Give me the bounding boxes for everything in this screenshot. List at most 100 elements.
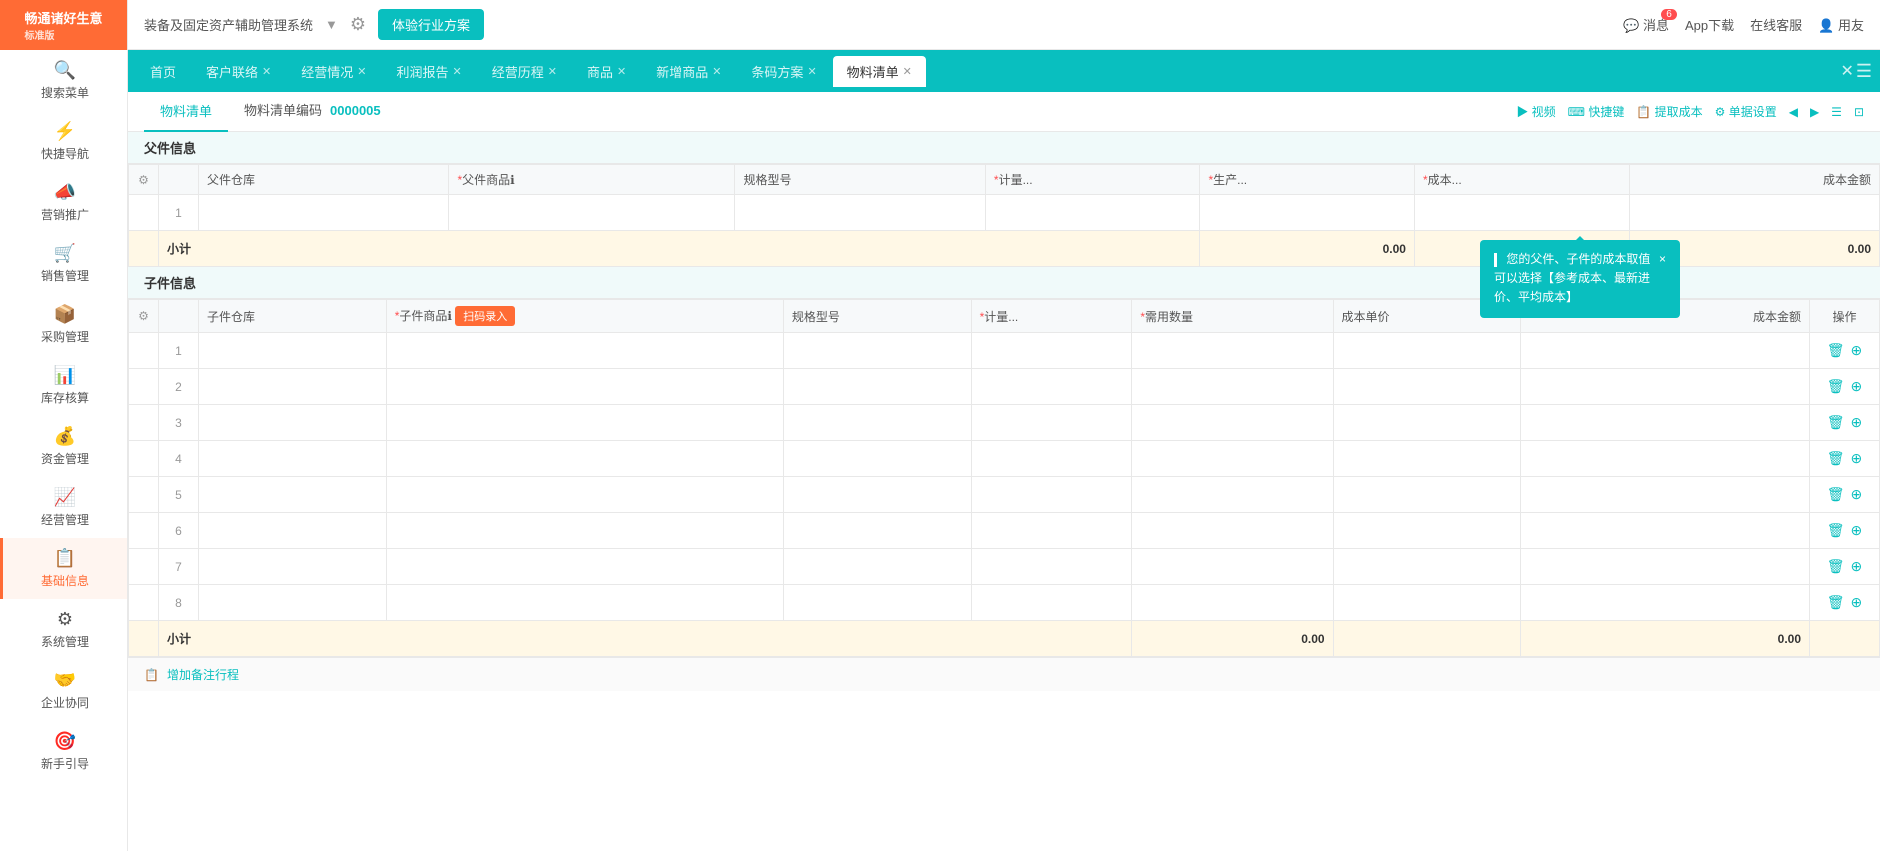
delete-icon-6[interactable]: 🗑 — [1827, 522, 1845, 539]
nav-next[interactable]: ▶ — [1810, 105, 1819, 119]
parent-prod-cell[interactable] — [1200, 195, 1415, 231]
delete-icon-5[interactable]: 🗑 — [1827, 486, 1845, 503]
trial-button[interactable]: 体验行业方案 — [378, 9, 484, 40]
child-warehouse-1[interactable] — [199, 333, 387, 369]
child-spec-4[interactable] — [783, 441, 971, 477]
subtab-bill[interactable]: 物料清单 — [144, 92, 228, 132]
child-qty-4[interactable] — [1132, 441, 1333, 477]
sidebar-item-库存核算[interactable]: 📊库存核算 — [0, 355, 127, 416]
child-price-5[interactable] — [1333, 477, 1521, 513]
child-warehouse-7[interactable] — [199, 549, 387, 585]
child-spec-7[interactable] — [783, 549, 971, 585]
parent-unit-cell[interactable] — [985, 195, 1200, 231]
navtab-0[interactable]: 首页 — [136, 56, 190, 87]
navtab-2[interactable]: 经营情况 ✕ — [287, 56, 380, 87]
child-col-settings[interactable]: ⚙ — [129, 300, 159, 333]
child-unit-4[interactable] — [971, 441, 1132, 477]
user-menu[interactable]: 👤 用友 — [1818, 15, 1864, 34]
app-download[interactable]: App下载 — [1685, 15, 1734, 34]
navtab-close-2[interactable]: ✕ — [357, 65, 366, 78]
child-qty-6[interactable] — [1132, 513, 1333, 549]
child-warehouse-5[interactable] — [199, 477, 387, 513]
scan-input-button[interactable]: 扫码录入 — [455, 306, 515, 326]
child-spec-3[interactable] — [783, 405, 971, 441]
child-product-7[interactable] — [386, 549, 783, 585]
child-warehouse-2[interactable] — [199, 369, 387, 405]
child-warehouse-4[interactable] — [199, 441, 387, 477]
parent-spec-cell[interactable] — [735, 195, 985, 231]
delete-icon-2[interactable]: 🗑 — [1827, 378, 1845, 395]
navtab-1[interactable]: 客户联络 ✕ — [192, 56, 285, 87]
child-qty-8[interactable] — [1132, 585, 1333, 621]
child-unit-5[interactable] — [971, 477, 1132, 513]
child-unit-2[interactable] — [971, 369, 1132, 405]
bottom-label[interactable]: 增加备注行程 — [167, 666, 239, 683]
child-unit-7[interactable] — [971, 549, 1132, 585]
child-price-2[interactable] — [1333, 369, 1521, 405]
child-price-8[interactable] — [1333, 585, 1521, 621]
copy-icon-7[interactable]: ⊕ — [1851, 558, 1863, 575]
child-product-6[interactable] — [386, 513, 783, 549]
parent-product-cell[interactable] — [449, 195, 735, 231]
sidebar-item-新手引导[interactable]: 🎯新手引导 — [0, 721, 127, 782]
sidebar-item-搜索菜单[interactable]: 🔍搜索菜单 — [0, 50, 127, 111]
child-qty-3[interactable] — [1132, 405, 1333, 441]
child-qty-7[interactable] — [1132, 549, 1333, 585]
navtab-6[interactable]: 新增商品 ✕ — [642, 56, 735, 87]
child-product-8[interactable] — [386, 585, 783, 621]
child-product-1[interactable] — [386, 333, 783, 369]
child-price-7[interactable] — [1333, 549, 1521, 585]
child-qty-1[interactable] — [1132, 333, 1333, 369]
child-product-4[interactable] — [386, 441, 783, 477]
delete-icon-7[interactable]: 🗑 — [1827, 558, 1845, 575]
sidebar-item-资金管理[interactable]: 💰资金管理 — [0, 416, 127, 477]
delete-icon-1[interactable]: 🗑 — [1827, 342, 1845, 359]
copy-icon-6[interactable]: ⊕ — [1851, 522, 1863, 539]
navtab-3[interactable]: 利润报告 ✕ — [382, 56, 475, 87]
navtab-7[interactable]: 条码方案 ✕ — [737, 56, 830, 87]
nav-prev[interactable]: ◀ — [1789, 105, 1798, 119]
child-spec-8[interactable] — [783, 585, 971, 621]
action-shortcut[interactable]: ⌨ 快捷键 — [1568, 103, 1625, 120]
sidebar-item-基础信息[interactable]: 📋基础信息 — [0, 538, 127, 599]
navtab-close-1[interactable]: ✕ — [262, 65, 271, 78]
child-unit-3[interactable] — [971, 405, 1132, 441]
action-extract-cost[interactable]: 📋 提取成本 — [1636, 103, 1702, 120]
tooltip-close-btn[interactable]: × — [1659, 250, 1666, 269]
navtab-close-8[interactable]: ✕ — [903, 65, 912, 78]
expand-toggle[interactable]: ⊡ — [1854, 105, 1864, 119]
child-spec-2[interactable] — [783, 369, 971, 405]
child-price-6[interactable] — [1333, 513, 1521, 549]
navtab-8[interactable]: 物料清单 ✕ — [833, 56, 926, 87]
navtab-close-3[interactable]: ✕ — [453, 65, 462, 78]
navtab-close-6[interactable]: ✕ — [712, 65, 721, 78]
sidebar-item-销售管理[interactable]: 🛒销售管理 — [0, 233, 127, 294]
sidebar-item-经营管理[interactable]: 📈经营管理 — [0, 477, 127, 538]
navtab-close-5[interactable]: ✕ — [617, 65, 626, 78]
delete-icon-4[interactable]: 🗑 — [1827, 450, 1845, 467]
child-qty-2[interactable] — [1132, 369, 1333, 405]
delete-icon-3[interactable]: 🗑 — [1827, 414, 1845, 431]
child-product-2[interactable] — [386, 369, 783, 405]
child-unit-8[interactable] — [971, 585, 1132, 621]
copy-icon-1[interactable]: ⊕ — [1851, 342, 1863, 359]
sidebar-item-营销推广[interactable]: 📣营销推广 — [0, 172, 127, 233]
message-badge[interactable]: 💬 6 消息 — [1623, 15, 1669, 34]
copy-icon-8[interactable]: ⊕ — [1851, 594, 1863, 611]
sidebar-item-采购管理[interactable]: 📦采购管理 — [0, 294, 127, 355]
navtab-4[interactable]: 经营历程 ✕ — [478, 56, 571, 87]
parent-cost-cell[interactable] — [1414, 195, 1629, 231]
child-warehouse-6[interactable] — [199, 513, 387, 549]
child-qty-5[interactable] — [1132, 477, 1333, 513]
delete-icon-8[interactable]: 🗑 — [1827, 594, 1845, 611]
child-warehouse-8[interactable] — [199, 585, 387, 621]
child-spec-1[interactable] — [783, 333, 971, 369]
online-service[interactable]: 在线客服 — [1750, 15, 1802, 34]
navtab-5[interactable]: 商品 ✕ — [573, 56, 640, 87]
action-doc-settings[interactable]: ⚙ 单据设置 — [1715, 103, 1777, 120]
child-unit-6[interactable] — [971, 513, 1132, 549]
navtab-close-7[interactable]: ✕ — [807, 65, 816, 78]
action-video[interactable]: ▶ 视频 — [1516, 103, 1555, 120]
child-unit-1[interactable] — [971, 333, 1132, 369]
copy-icon-5[interactable]: ⊕ — [1851, 486, 1863, 503]
